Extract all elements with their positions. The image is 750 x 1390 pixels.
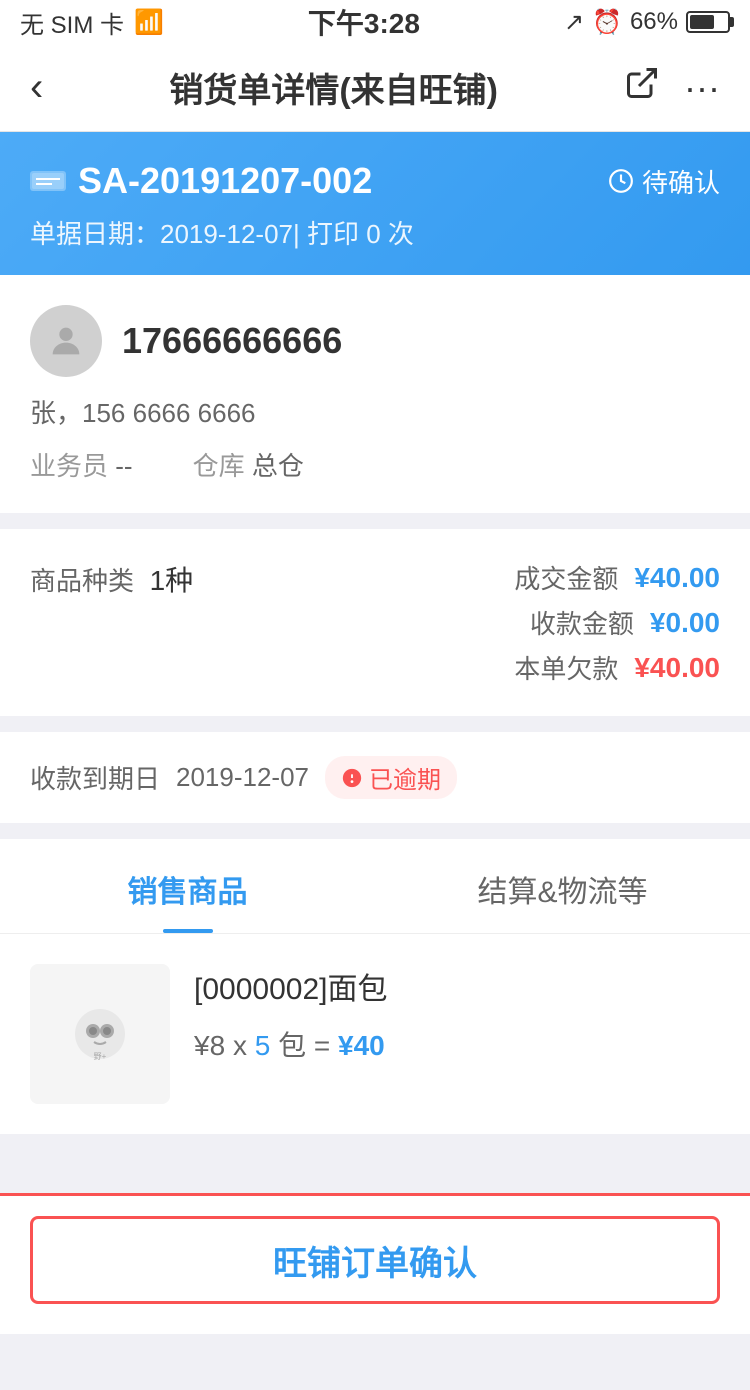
owed-row: 本单欠款 ¥40.00 [514,649,720,686]
due-date-label: 收款到期日 [30,759,160,796]
order-header: SA-20191207-002 待确认 单据日期：2019-12-07| 打印 … [0,132,750,275]
summary-section: 商品种类 1种 成交金额 ¥40.00 收款金额 ¥0.00 本单欠款 ¥40.… [0,529,750,716]
due-section: 收款到期日 2019-12-07 已逾期 [0,732,750,823]
customer-phone: 17666666666 [122,320,342,362]
confirm-button-wrap: 旺铺订单确认 [0,1193,750,1334]
share-icon[interactable] [624,65,660,110]
status-right: ↗ ⏰ 66% [564,8,730,37]
order-date: 单据日期：2019-12-07| 打印 0 次 [30,214,720,251]
order-id: SA-20191207-002 [30,160,372,202]
received-label: 收款金额 [530,604,634,641]
product-item: 野+ [0000002]面包 ¥8 x 5 包 = ¥40 [0,934,750,1134]
svg-text:野+: 野+ [94,1052,107,1061]
amount-value: ¥40.00 [634,562,720,594]
tabs: 销售商品 结算&物流等 [0,839,750,934]
location-icon: ↗ [564,8,584,37]
back-button[interactable]: ‹ [30,65,43,110]
status-left: 无 SIM 卡 📶 [20,5,164,40]
overdue-badge: 已逾期 [325,756,457,799]
received-value: ¥0.00 [650,607,720,639]
owed-label: 本单欠款 [514,649,618,686]
warehouse-label: 仓库 总仓 [193,446,304,483]
more-icon[interactable]: ··· [684,67,720,109]
owed-value: ¥40.00 [634,652,720,684]
customer-name: 张，156 6666 6666 [30,393,720,430]
tab-settlement[interactable]: 结算&物流等 [375,839,750,933]
order-header-top: SA-20191207-002 待确认 [30,160,720,202]
customer-section: 17666666666 张，156 6666 6666 业务员 -- 仓库 总仓 [0,275,750,513]
order-status: 待确认 [608,163,720,200]
product-thumbnail: 野+ [30,964,170,1104]
received-row: 收款金额 ¥0.00 [530,604,720,641]
amount-row: 成交金额 ¥40.00 [514,559,720,596]
product-type-row: 商品种类 1种 [30,559,193,599]
avatar [30,305,102,377]
summary-right: 成交金额 ¥40.00 收款金额 ¥0.00 本单欠款 ¥40.00 [514,559,720,686]
confirm-button[interactable]: 旺铺订单确认 [30,1216,720,1304]
alarm-icon: ⏰ [592,8,622,37]
nav-title: 销货单详情(来自旺铺) [169,63,498,112]
nav-icons: ··· [624,65,720,110]
customer-row: 17666666666 [30,305,720,377]
status-bar: 无 SIM 卡 📶 下午3:28 ↗ ⏰ 66% [0,0,750,44]
amount-label: 成交金额 [514,559,618,596]
battery-icon [686,11,730,33]
no-sim-label: 无 SIM 卡 [20,5,124,40]
product-name: [0000002]面包 [194,964,720,1008]
sales-label: 业务员 -- [30,446,133,483]
tab-products[interactable]: 销售商品 [0,839,375,933]
wifi-icon: 📶 [134,8,164,37]
product-price: ¥8 x 5 包 = ¥40 [194,1024,720,1064]
battery-percent: 66% [630,8,678,36]
summary-left: 商品种类 1种 [30,559,193,599]
product-info: [0000002]面包 ¥8 x 5 包 = ¥40 [194,964,720,1064]
nav-bar: ‹ 销货单详情(来自旺铺) ··· [0,44,750,132]
status-time: 下午3:28 [308,2,420,42]
product-section: 野+ [0000002]面包 ¥8 x 5 包 = ¥40 [0,934,750,1134]
due-date-value: 2019-12-07 [176,762,309,793]
customer-meta: 业务员 -- 仓库 总仓 [30,446,720,483]
